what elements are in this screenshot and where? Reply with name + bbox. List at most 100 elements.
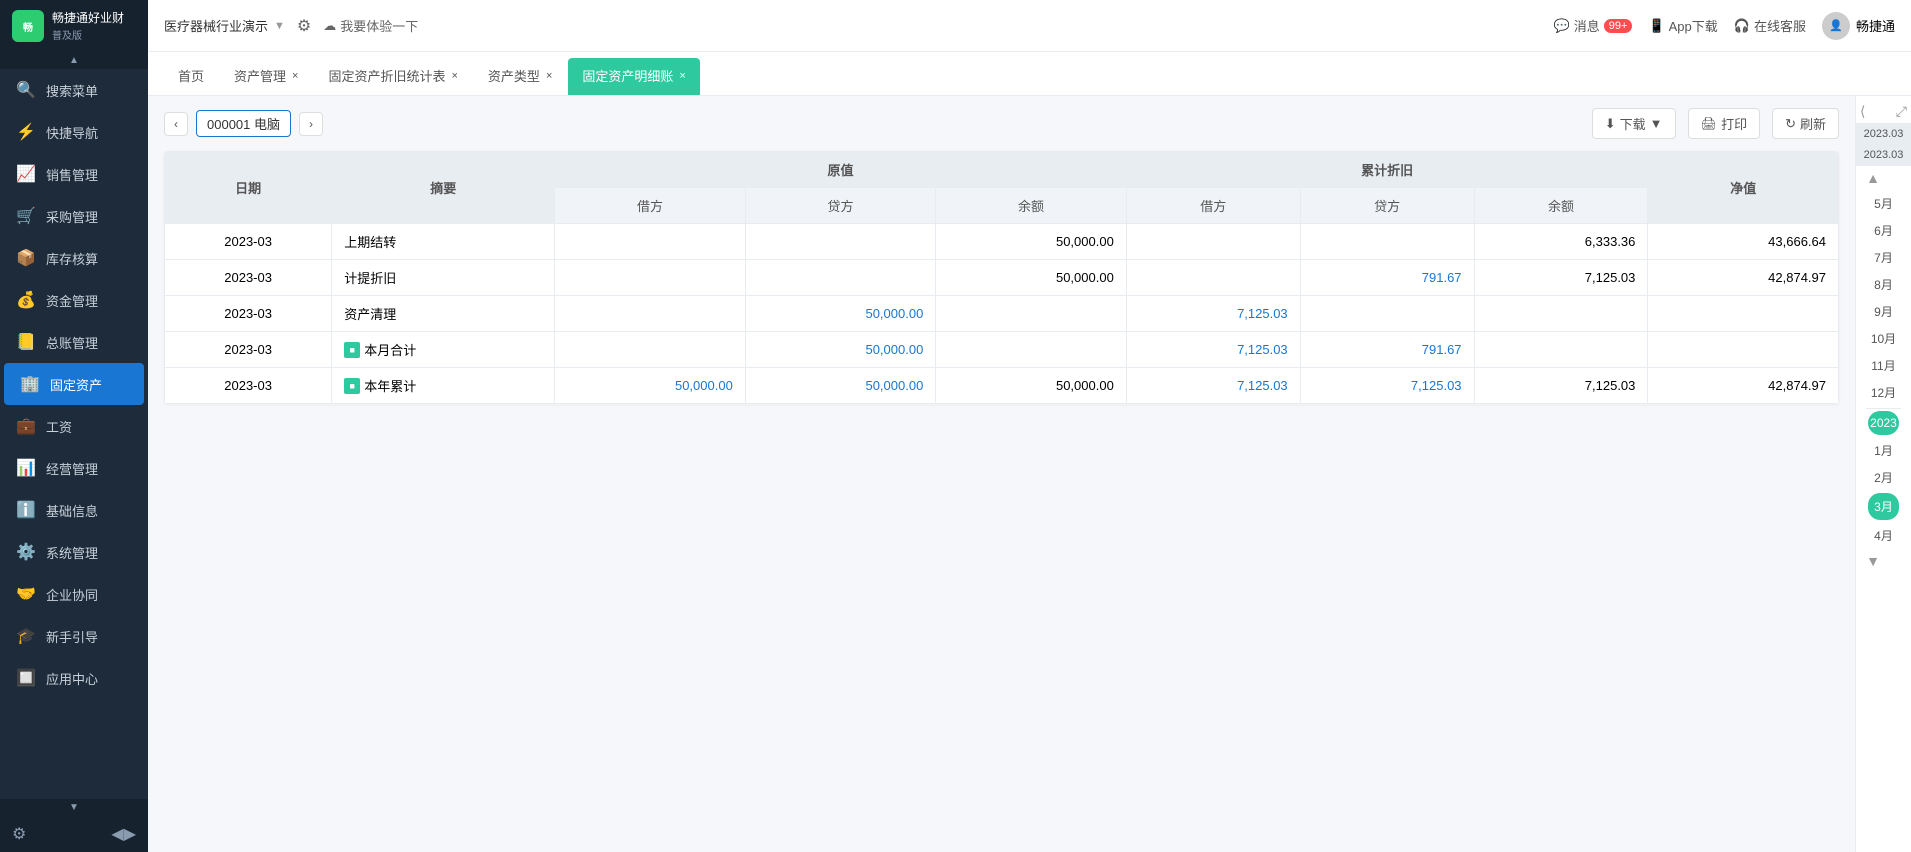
company-selector[interactable]: 医疗器械行业演示 ▼ <box>164 16 285 35</box>
row-badge-3: ■ <box>344 342 360 358</box>
sysmanage-icon: ⚙️ <box>16 542 36 562</box>
refresh-btn[interactable]: ↻ 刷新 <box>1772 108 1839 139</box>
sidebar-item-ledger[interactable]: 📒 总账管理 <box>0 321 148 363</box>
topbar-left: 医疗器械行业演示 ▼ ⚙ ☁ 我要体验一下 <box>164 16 418 36</box>
sidebar-item-fixedassets[interactable]: 🏢 固定资产 <box>4 363 144 405</box>
tab-label-asset_management: 资产管理 <box>234 66 286 85</box>
sidebar-scroll-up[interactable]: ▲ <box>0 52 148 69</box>
phone-icon: 📱 <box>1648 18 1664 34</box>
cell-orig-debit-0 <box>555 224 746 260</box>
tab-close-asset_type[interactable]: × <box>546 70 552 82</box>
sidebar-item-enterprise[interactable]: 🤝 企业协同 <box>0 573 148 615</box>
timeline-expand-icon[interactable]: ⟨ <box>1860 103 1865 120</box>
page-content: ‹ 000001 电脑 › ⬇ 下载 ▼ 🖨 打印 <box>148 96 1855 852</box>
cell-accum-credit-3: 791.67 <box>1300 332 1474 368</box>
sidebar-subtitle: 普及版 <box>52 27 124 42</box>
timeline-month-5月[interactable]: 5月 <box>1862 190 1905 217</box>
th-accum-debit: 借方 <box>1126 188 1300 224</box>
table-row: 2023-03 ■本月合计 50,000.00 7,125.03 791.67 <box>165 332 1839 368</box>
fixedassets-icon: 🏢 <box>20 374 40 394</box>
download-btn[interactable]: ⬇ 下载 ▼ <box>1592 108 1676 139</box>
timeline-month-2月[interactable]: 2月 <box>1862 464 1905 491</box>
tab-close-asset_detail[interactable]: × <box>679 70 685 82</box>
username-label: 畅捷通 <box>1856 16 1895 35</box>
sales-icon: 📈 <box>16 164 36 184</box>
cell-orig-balance-2 <box>936 296 1127 332</box>
tab-asset_detail[interactable]: 固定资产明细账× <box>568 58 699 95</box>
timeline-month-7月[interactable]: 7月 <box>1862 244 1905 271</box>
messages-label: 消息 <box>1574 16 1600 35</box>
timeline-header1: 2023.03 <box>1856 124 1911 145</box>
sidebar-label-newguide: 新手引导 <box>46 627 98 646</box>
tab-asset_type[interactable]: 资产类型× <box>474 58 566 95</box>
cell-accum-balance-1: 7,125.03 <box>1474 260 1648 296</box>
cell-accum-debit-3: 7,125.03 <box>1126 332 1300 368</box>
sidebar-item-operations[interactable]: 📊 经营管理 <box>0 447 148 489</box>
customer-service-btn[interactable]: 🎧 在线客服 <box>1734 16 1806 35</box>
timeline-month-3月[interactable]: 3月 <box>1868 493 1899 520</box>
customer-service-label: 在线客服 <box>1754 16 1806 35</box>
timeline-nav-down[interactable]: ▼ <box>1862 549 1905 573</box>
prev-asset-btn[interactable]: ‹ <box>164 112 188 136</box>
messages-badge: 99+ <box>1604 19 1633 33</box>
cell-orig-balance-4: 50,000.00 <box>936 368 1127 404</box>
cell-summary-3: ■本月合计 <box>332 332 555 368</box>
timeline-month-1月[interactable]: 1月 <box>1862 437 1905 464</box>
topbar-settings-icon[interactable]: ⚙ <box>297 16 311 36</box>
sidebar-item-funds[interactable]: 💰 资金管理 <box>0 279 148 321</box>
asset-navigation: ‹ 000001 电脑 › <box>164 110 323 137</box>
sidebar-item-payroll[interactable]: 💼 工资 <box>0 405 148 447</box>
sidebar-item-appcenter[interactable]: 🔲 应用中心 <box>0 657 148 699</box>
timeline-nav-up[interactable]: ▲ <box>1862 166 1905 190</box>
timeline-month-10月[interactable]: 10月 <box>1862 325 1905 352</box>
sidebar-item-sales[interactable]: 📈 销售管理 <box>0 153 148 195</box>
th-accum-credit: 贷方 <box>1300 188 1474 224</box>
timeline-month-9月[interactable]: 9月 <box>1862 298 1905 325</box>
sidebar-item-sysmanage[interactable]: ⚙️ 系统管理 <box>0 531 148 573</box>
collapse-icon[interactable]: ◀▶ <box>111 824 136 844</box>
sidebar-item-newguide[interactable]: 🎓 新手引导 <box>0 615 148 657</box>
cell-net-value-1: 42,874.97 <box>1648 260 1839 296</box>
tabs-bar: 首页资产管理×固定资产折旧统计表×资产类型×固定资产明细账× <box>148 52 1911 96</box>
operations-icon: 📊 <box>16 458 36 478</box>
experience-btn[interactable]: ☁ 我要体验一下 <box>323 16 418 35</box>
cell-orig-debit-2 <box>555 296 746 332</box>
print-btn[interactable]: 🖨 打印 <box>1688 108 1761 139</box>
messages-btn[interactable]: 💬 消息 99+ <box>1554 16 1633 35</box>
cell-orig-debit-4: 50,000.00 <box>555 368 746 404</box>
main-area: 医疗器械行业演示 ▼ ⚙ ☁ 我要体验一下 💬 消息 99+ 📱 App下载 🎧… <box>148 0 1911 852</box>
next-asset-btn[interactable]: › <box>299 112 323 136</box>
tab-home[interactable]: 首页 <box>164 58 218 95</box>
timeline-month-8月[interactable]: 8月 <box>1862 271 1905 298</box>
timeline-month-4月[interactable]: 4月 <box>1862 522 1905 549</box>
tab-asset_management[interactable]: 资产管理 × <box>220 58 312 95</box>
timeline-fullscreen-icon[interactable]: ⤢ <box>1896 103 1907 120</box>
sidebar-item-quicknav[interactable]: ⚡ 快捷导航 <box>0 111 148 153</box>
tab-depreciation_stats[interactable]: 固定资产折旧统计表× <box>314 58 471 95</box>
user-menu[interactable]: 👤 畅捷通 <box>1822 12 1895 40</box>
sidebar-item-basicinfo[interactable]: ℹ️ 基础信息 <box>0 489 148 531</box>
tab-close-depreciation_stats[interactable]: × <box>451 70 457 82</box>
sidebar-item-search[interactable]: 🔍 搜索菜单 <box>0 69 148 111</box>
tab-label-home: 首页 <box>178 66 204 85</box>
timeline-month-6月[interactable]: 6月 <box>1862 217 1905 244</box>
th-accum-balance: 余额 <box>1474 188 1648 224</box>
sidebar-label-ledger: 总账管理 <box>46 333 98 352</box>
timeline-month-12月[interactable]: 12月 <box>1862 379 1905 406</box>
tab-close-asset_management[interactable]: × <box>292 70 298 82</box>
prev-arrow-icon: ‹ <box>174 117 178 131</box>
appcenter-icon: 🔲 <box>16 668 36 688</box>
settings-icon[interactable]: ⚙ <box>12 824 26 844</box>
appdownload-label: App下载 <box>1669 16 1718 35</box>
cell-summary-4: ■本年累计 <box>332 368 555 404</box>
sidebar-scroll-down[interactable]: ▼ <box>0 799 148 816</box>
sidebar-item-purchase[interactable]: 🛒 采购管理 <box>0 195 148 237</box>
sidebar-footer: ⚙ ◀▶ <box>0 816 148 852</box>
th-orig-credit: 贷方 <box>745 188 936 224</box>
appdownload-btn[interactable]: 📱 App下载 <box>1648 16 1717 35</box>
timeline-month-11月[interactable]: 11月 <box>1862 352 1905 379</box>
timeline-active-year[interactable]: 2023 <box>1868 411 1899 435</box>
sidebar-item-inventory[interactable]: 📦 库存核算 <box>0 237 148 279</box>
refresh-label: 刷新 <box>1800 114 1826 133</box>
logo-text: 畅 <box>23 19 33 34</box>
